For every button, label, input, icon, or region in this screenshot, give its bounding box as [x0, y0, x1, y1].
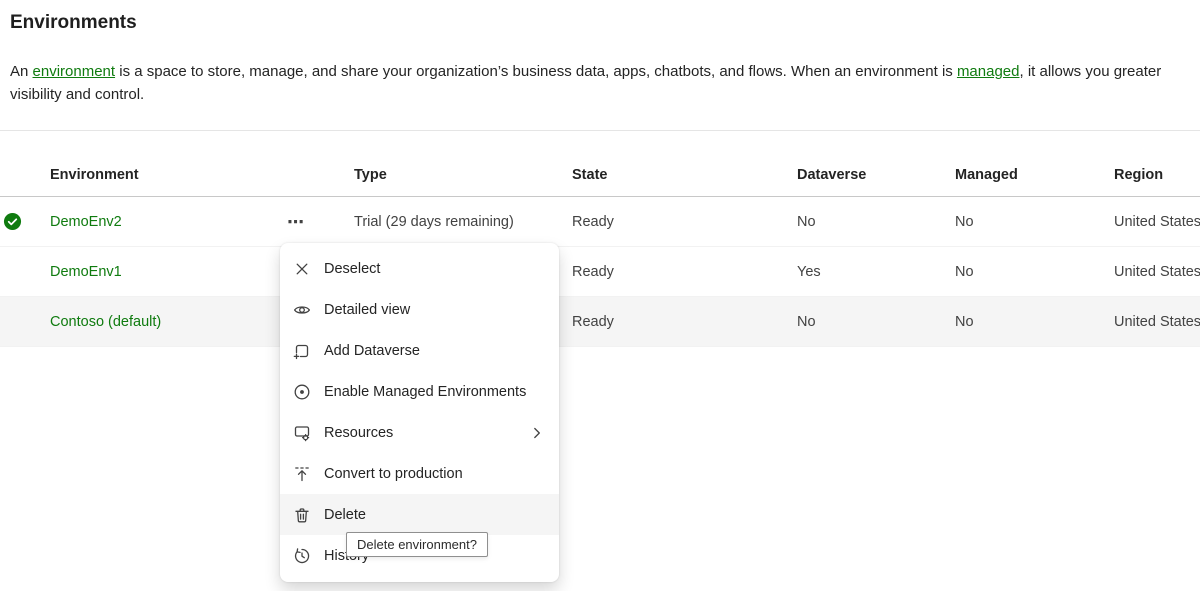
menu-item-enable-managed-environments[interactable]: Enable Managed Environments [280, 371, 559, 412]
menu-item-label: Convert to production [324, 466, 547, 482]
column-header-type[interactable]: Type [352, 167, 570, 183]
description-text: is a space to store, manage, and share y… [115, 63, 957, 80]
environment-dataverse: No [795, 314, 953, 330]
page-title: Environments [10, 12, 1200, 34]
environments-table: Environment Type State Dataverse Managed… [0, 130, 1200, 347]
environments-page: Environments An environment is a space t… [0, 12, 1200, 347]
column-header-dataverse[interactable]: Dataverse [795, 167, 953, 183]
environment-dataverse: Yes [795, 264, 953, 280]
table-row-demoenv2[interactable]: DemoEnv2 Trial (29 days remaining) Ready… [0, 197, 1200, 247]
table-row-contoso[interactable]: Contoso (default) Ready No No United Sta… [0, 297, 1200, 347]
environment-type: Trial (29 days remaining) [352, 214, 570, 230]
menu-item-label: Add Dataverse [324, 343, 547, 359]
row-selected-checkbox[interactable] [0, 212, 48, 231]
menu-item-label: Enable Managed Environments [324, 384, 547, 400]
chevron-right-icon [527, 423, 547, 443]
environment-region: United States [1112, 264, 1200, 280]
trash-icon [292, 505, 312, 525]
column-header-state[interactable]: State [570, 167, 795, 183]
menu-item-delete[interactable]: Delete [280, 494, 559, 535]
menu-item-convert-to-production[interactable]: Convert to production [280, 453, 559, 494]
managed-link[interactable]: managed [957, 63, 1020, 80]
menu-item-label: Delete [324, 507, 547, 523]
eye-icon [292, 300, 312, 320]
menu-item-label: Deselect [324, 261, 547, 277]
environment-managed: No [953, 314, 1112, 330]
delete-environment-tooltip: Delete environment? [346, 532, 488, 557]
history-icon [292, 546, 312, 566]
resources-icon [292, 423, 312, 443]
environment-managed: No [953, 264, 1112, 280]
dataverse-add-icon [292, 341, 312, 361]
menu-item-detailed-view[interactable]: Detailed view [280, 289, 559, 330]
menu-item-label: Resources [324, 425, 547, 441]
environment-link[interactable]: environment [33, 63, 116, 80]
managed-circle-icon [292, 382, 312, 402]
environment-region: United States [1112, 214, 1200, 230]
menu-item-add-dataverse[interactable]: Add Dataverse [280, 330, 559, 371]
more-options-icon[interactable]: ⋯ [283, 211, 309, 232]
menu-item-deselect[interactable]: Deselect [280, 248, 559, 289]
column-header-environment[interactable]: Environment [48, 167, 352, 183]
column-header-region[interactable]: Region [1112, 167, 1200, 183]
environment-state: Ready [570, 314, 795, 330]
environment-dataverse: No [795, 214, 953, 230]
column-header-managed[interactable]: Managed [953, 167, 1112, 183]
menu-item-resources[interactable]: Resources [280, 412, 559, 453]
environment-state: Ready [570, 214, 795, 230]
selected-check-icon [3, 212, 22, 231]
environment-state: Ready [570, 264, 795, 280]
table-row-demoenv1[interactable]: DemoEnv1 Ready Yes No United States [0, 247, 1200, 297]
menu-item-label: Detailed view [324, 302, 547, 318]
page-description: An environment is a space to store, mana… [10, 60, 1190, 106]
convert-up-icon [292, 464, 312, 484]
x-icon [292, 259, 312, 279]
environment-region: United States [1112, 314, 1200, 330]
table-header-row: Environment Type State Dataverse Managed… [0, 131, 1200, 197]
environment-managed: No [953, 214, 1112, 230]
description-text: An [10, 63, 33, 80]
